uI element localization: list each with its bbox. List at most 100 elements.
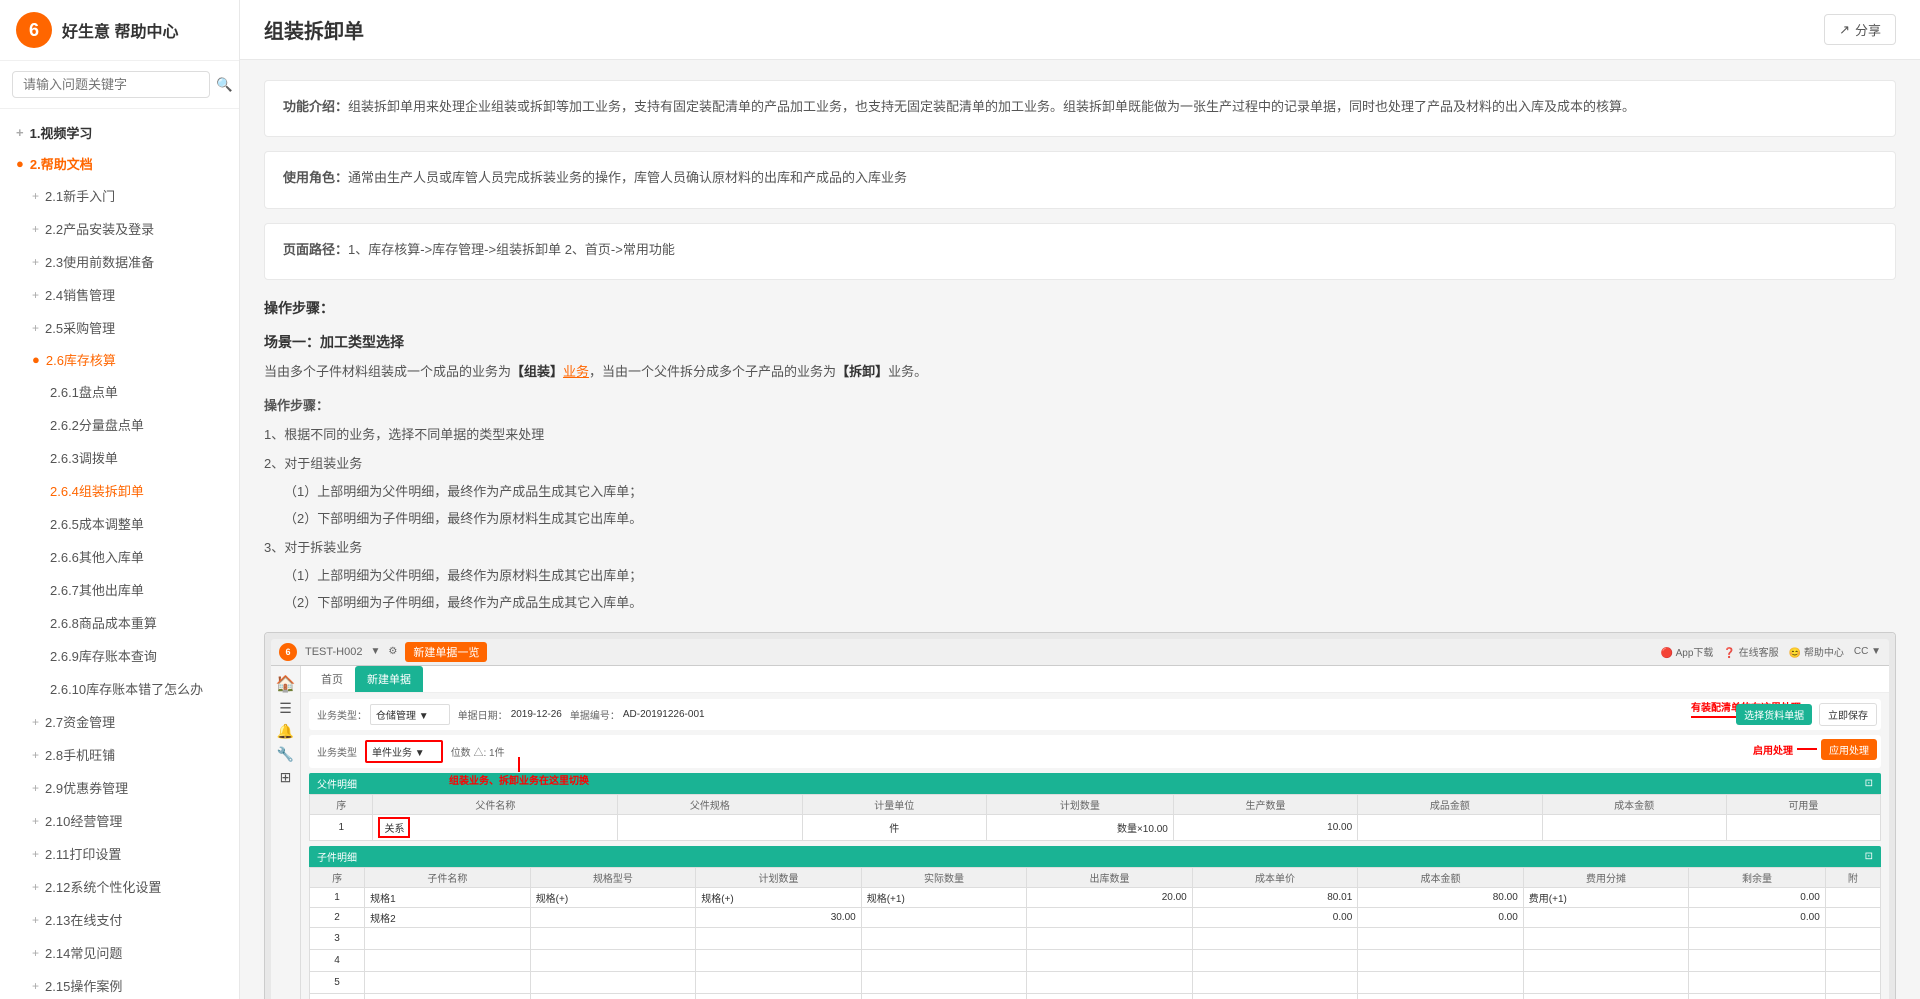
nav-expand-icon: + [32,781,39,795]
sidebar-item-s212[interactable]: +2.12系统个性化设置 [0,870,239,903]
share-button[interactable]: ↗ 分享 [1824,14,1896,45]
assembly-link[interactable]: 业务 [563,364,589,379]
sc-select-btn-wrap: 选择货料单据 立即保存 [1736,703,1877,726]
sc-upper-th-prod: 生产数量 [1173,794,1357,814]
sidebar-item-s210[interactable]: +2.10经营管理 [0,804,239,837]
sidebar-item-s2610[interactable]: 2.6.10库存账本错了怎么办 [0,672,239,705]
assembly-step2: （2）下部明细为子件明细，最终作为原材料生成其它出库单。 [284,507,1896,532]
search-input[interactable] [12,71,210,98]
sidebar-item-s263[interactable]: 2.6.3调拨单 [0,441,239,474]
sc-tab-neworder[interactable]: 新建单据 [355,666,423,692]
nav-sub-s26: 2.6.1盘点单 2.6.2分量盘点单 2.6.3调拨单 2.6.4组装拆卸单 … [0,375,239,705]
sc-type2-value: 单件业务 ▼ [365,740,443,763]
sc-upper-cell-spec [618,814,802,840]
disassembly-step2: （2）下部明细为子件明细，最终作为产成品生成其它入库单。 [284,591,1896,616]
sc-upper-cell-avail [1726,814,1880,840]
sc-lower-cell-2-costprice: 0.00 [1192,907,1358,927]
sc-upper-cell-plan: 数量×10.00 [986,814,1173,840]
sc-menu-icon[interactable]: ☰ [279,700,292,717]
sidebar-item-s213[interactable]: +2.13在线支付 [0,903,239,936]
sc-apply-btn[interactable]: 应用处理 [1821,739,1877,760]
nav-expand-icon: + [32,913,39,927]
sidebar-item-s28[interactable]: +2.8手机旺铺 [0,738,239,771]
disassembly-step1: （1）上部明细为父件明细，最终作为原材料生成其它出库单； [284,564,1896,589]
sidebar-item-s269[interactable]: 2.6.9库存账本查询 [0,639,239,672]
brand-name: 好生意 帮助中心 [62,18,178,42]
sc-lower-cell-1-name: 规格1 [365,887,531,907]
content-area: 功能介绍：组装拆卸单用来处理企业组装或拆卸等加工业务，支持有固定装配清单的产品加… [240,60,1920,999]
sc-lower-cell-1-spec: 规格(+) [530,887,696,907]
nav-expand-icon: + [32,946,39,960]
disassembly-sub-steps: （1）上部明细为父件明细，最终作为原材料生成其它出库单； （2）下部明细为子件明… [264,564,1896,615]
sc-lower-cell-1-remain: 0.00 [1689,887,1825,907]
nav-sub-docs: +2.1新手入门 +2.2产品安装及登录 +2.3使用前数据准备 +2.4销售管… [0,179,239,999]
sc-select-goods-btn[interactable]: 选择货料单据 [1736,704,1812,725]
sidebar-item-video[interactable]: + 1.视频学习 [0,117,239,148]
scenario1-title: 场景一：加工类型选择 [264,332,1896,352]
sc-user-icon: 😊 帮助中心 [1789,644,1844,659]
sidebar-item-s25[interactable]: +2.5采购管理 [0,311,239,344]
sc-lower-cell-2-seq: 2 [310,907,365,927]
sc-tab-home[interactable]: 首页 [309,666,355,692]
sidebar-item-s266[interactable]: 2.6.6其他入库单 [0,540,239,573]
sc-docnum-value: AD-20191226-001 [623,709,705,720]
sidebar-item-s268[interactable]: 2.6.8商品成本重算 [0,606,239,639]
nav-expand-icon: + [32,255,39,269]
sc-lower-th-actual: 实际数量 [861,867,1027,887]
sc-lower-cell-2-plan: 30.00 [696,907,862,927]
sidebar-item-s214[interactable]: +2.14常见问题 [0,936,239,969]
sc-lower-cell-1-plan: 规格(+) [696,887,862,907]
sc-lower-table: 序 子件名称 规格型号 计划数量 实际数量 出库数量 成本单价 成本金额 [309,867,1881,999]
sidebar-item-s211[interactable]: +2.11打印设置 [0,837,239,870]
step2: 2、对于组装业务 [264,452,1896,477]
sc-lower-cell-1-attach [1825,887,1880,907]
sc-upper-th-prodamt: 成品金额 [1358,794,1542,814]
sc-save-btn[interactable]: 立即保存 [1819,703,1877,726]
sc-annotation2: 组装业务、拆卸业务在这里切换 [449,757,589,787]
sidebar-item-s267[interactable]: 2.6.7其他出库单 [0,573,239,606]
sc-date-label: 单据日期： [458,707,508,722]
sidebar-item-s262[interactable]: 2.6.2分量盘点单 [0,408,239,441]
sidebar-item-s27[interactable]: +2.7资金管理 [0,705,239,738]
sc-bell-icon[interactable]: 🔔 [277,723,294,740]
sc-lower-cell-1-out: 20.00 [1027,887,1193,907]
path-block: 页面路径：1、库存核算->库存管理->组装拆卸单 2、首页->常用功能 [264,223,1896,280]
sc-lower-section: 子件明细 ⊡ 序 子件名称 规格型号 计 [309,846,1881,999]
sidebar-item-s29[interactable]: +2.9优惠券管理 [0,771,239,804]
sc-apply-wrap: 启用处理 应用处理 [1753,739,1877,760]
sidebar-item-s265[interactable]: 2.6.5成本调整单 [0,507,239,540]
step1: 1、根据不同的业务，选择不同单据的类型来处理 [264,423,1896,448]
sidebar-item-s24[interactable]: +2.4销售管理 [0,278,239,311]
assembly-step1: （1）上部明细为父件明细，最终作为产成品生成其它入库单； [284,480,1896,505]
sc-type2-label: 业务类型 [317,744,357,759]
sc-tool-icon[interactable]: 🔧 [277,746,294,763]
sc-home-icon[interactable]: 🏠 [276,674,296,694]
sidebar-item-s21[interactable]: +2.1新手入门 [0,179,239,212]
sidebar-item-s26[interactable]: ● 2.6库存核算 [0,344,239,375]
sc-lower-cell-2-remain: 0.00 [1689,907,1825,927]
sc-upper-th-seq: 序 [310,794,373,814]
sc-field-date: 单据日期： 2019-12-26 [458,707,562,722]
sc-expand-icon[interactable]: ⊞ [280,769,292,786]
sidebar-item-s23[interactable]: +2.3使用前数据准备 [0,245,239,278]
sc-lower-cell-1-costprice: 80.01 [1192,887,1358,907]
sc-lower-header: 子件明细 ⊡ [309,846,1881,867]
sidebar-item-s22[interactable]: +2.2产品安装及登录 [0,212,239,245]
sc-logo: 6 [279,643,297,661]
sidebar-item-s264[interactable]: 2.6.4组装拆卸单 [0,474,239,507]
main-content: 组装拆卸单 ↗ 分享 功能介绍：组装拆卸单用来处理企业组装或拆卸等加工业务，支持… [240,0,1920,999]
sidebar-item-docs[interactable]: ● 2.帮助文档 [0,148,239,179]
sc-type-dropdown[interactable]: 仓储管理 ▼ [370,704,450,725]
sc-lower-cell-2-attach [1825,907,1880,927]
sc-lower-th-costamt: 成本金额 [1358,867,1524,887]
nav-expand-icon: + [32,748,39,762]
sc-new-order-btn[interactable]: 新建单据一览 [405,642,487,662]
step3: 3、对于拆装业务 [264,536,1896,561]
search-button[interactable]: 🔍 [216,77,233,93]
sc-lower-cell-1-share: 费用(+1) [1523,887,1689,907]
nav-expand-icon: + [32,288,39,302]
sidebar-item-s261[interactable]: 2.6.1盘点单 [0,375,239,408]
nav-list: + 1.视频学习 ● 2.帮助文档 +2.1新手入门 +2.2产品安装及登录 +… [0,109,239,999]
sc-upper-cell-seq: 1 [310,814,373,840]
sidebar-item-s215[interactable]: +2.15操作案例 [0,969,239,999]
